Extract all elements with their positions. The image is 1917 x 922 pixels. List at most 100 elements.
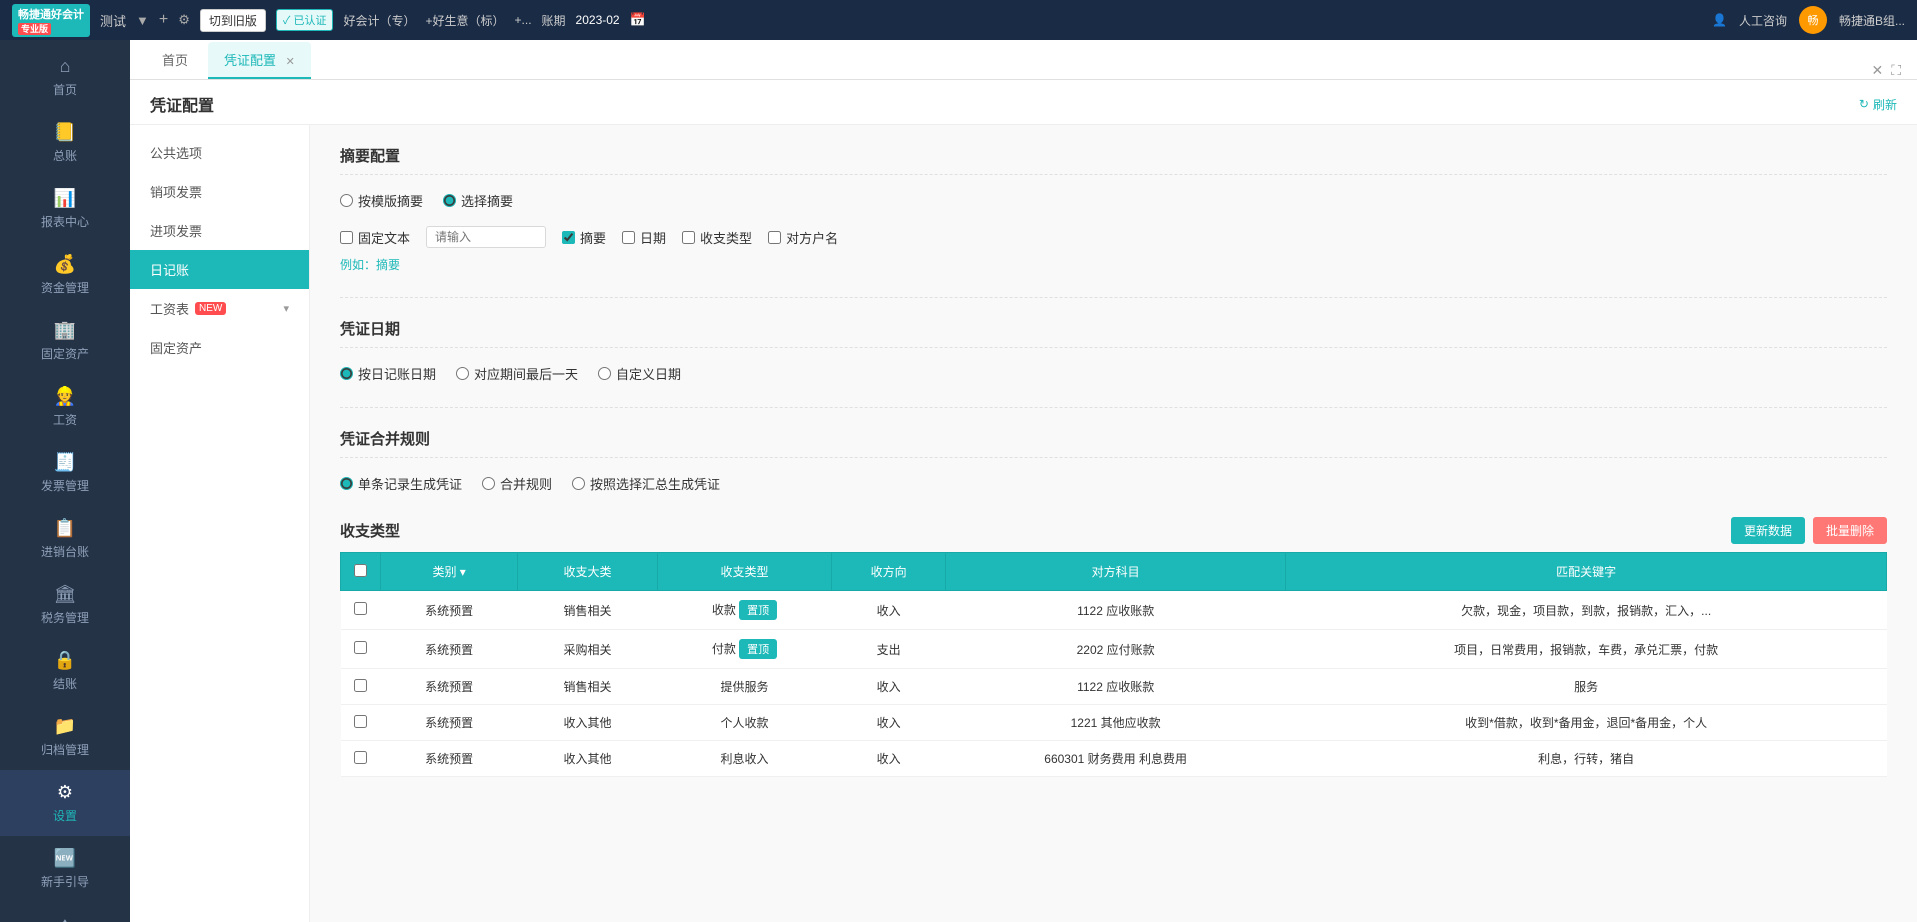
good-business-tag: +好生意（标）	[426, 12, 505, 29]
menu-item-payroll[interactable]: 工资表 NEW ▾	[130, 289, 309, 328]
radio-journal-date[interactable]: 按日记账日期	[340, 364, 436, 383]
col-type: 收支类型	[657, 553, 831, 591]
settings-icon: ⚙	[57, 782, 73, 803]
sidebar-item-reports[interactable]: 📊 报表中心	[0, 176, 130, 242]
switch-version-button[interactable]: 切到旧版	[200, 9, 266, 32]
radio-template-summary[interactable]: 按模版摘要	[340, 191, 423, 210]
date-title: 凭证日期	[340, 318, 1887, 348]
checkbox-date[interactable]: 日期	[622, 228, 666, 247]
radio-summary-voucher[interactable]: 按照选择汇总生成凭证	[572, 474, 720, 493]
row-checkbox-2[interactable]	[341, 669, 381, 705]
sidebar-item-invoice[interactable]: 🧾 发票管理	[0, 440, 130, 506]
batch-delete-button[interactable]: 批量删除	[1813, 517, 1887, 544]
row-account-2: 1122 应收账款	[945, 669, 1285, 705]
add-icon[interactable]: +	[159, 11, 168, 29]
row-checkbox-4[interactable]	[341, 741, 381, 777]
sidebar-item-funds[interactable]: 💰 资金管理	[0, 242, 130, 308]
row-account-3: 1221 其他应收款	[945, 705, 1285, 741]
help-label[interactable]: 人工咨询	[1739, 12, 1787, 29]
row-keywords-3: 收到*借款，收到*备用金，退回*备用金，个人	[1286, 705, 1887, 741]
refresh-button[interactable]: ↻ 刷新	[1859, 96, 1897, 113]
top-tag-0[interactable]: 置顶	[739, 600, 777, 620]
tab-close-icon[interactable]: ✕	[286, 56, 295, 68]
dropdown-arrow-icon[interactable]: ▼	[136, 13, 149, 28]
sidebar-item-salary[interactable]: 👷 工资	[0, 374, 130, 440]
radio-custom-date[interactable]: 自定义日期	[598, 364, 681, 383]
table-row: 系统预置 销售相关 提供服务 收入 1122 应收账款 服务	[341, 669, 1887, 705]
sidebar-item-purchase[interactable]: 📋 进销台账	[0, 506, 130, 572]
sidebar-label-reports: 报表中心	[41, 213, 89, 230]
avatar[interactable]: 畅	[1799, 6, 1827, 34]
col-direction: 收方向	[832, 553, 946, 591]
tab-voucher-config[interactable]: 凭证配置 ✕	[208, 42, 311, 79]
top-tag-1[interactable]: 置顶	[739, 639, 777, 659]
ledger-icon: 📒	[54, 122, 76, 143]
checkbox-summary[interactable]: 摘要	[562, 228, 606, 247]
col-major: 收支大类	[518, 553, 657, 591]
minimize-icon[interactable]: ✕	[1871, 62, 1883, 79]
settings-icon[interactable]: ⚙	[178, 12, 190, 28]
table-actions: 更新数据 批量删除	[1731, 517, 1887, 544]
member-icon: ♦	[60, 914, 69, 922]
row-keywords-0: 欠款，现金，项目款，到款，报销款，汇入，...	[1286, 591, 1887, 630]
calendar-icon[interactable]: 📅	[630, 12, 646, 28]
sidebar-item-general-ledger[interactable]: 📒 总账	[0, 110, 130, 176]
sidebar-label-archive: 归档管理	[41, 741, 89, 758]
sidebar-item-home[interactable]: ⌂ 首页	[0, 44, 130, 110]
checkbox-fixed-text[interactable]: 固定文本	[340, 228, 410, 247]
sidebar-label-ledger: 总账	[53, 147, 77, 164]
good-accounting-tag: 好会计（专）	[343, 12, 415, 29]
row-direction-3: 收入	[832, 705, 946, 741]
left-menu: 公共选项 销项发票 进项发票 日记账 工资表 NEW ▾ 固定资产	[130, 125, 310, 922]
table-header: 收支类型 更新数据 批量删除	[340, 517, 1887, 544]
radio-last-day[interactable]: 对应期间最后一天	[456, 364, 578, 383]
radio-merge-rules[interactable]: 合并规则	[482, 474, 552, 493]
checkbox-counterpart[interactable]: 对方户名	[768, 228, 838, 247]
summary-radio-group: 按模版摘要 选择摘要	[340, 191, 1887, 210]
fixed-text-input[interactable]	[426, 226, 546, 248]
maximize-icon[interactable]: ⛶	[1891, 62, 1901, 79]
row-checkbox-0[interactable]	[341, 591, 381, 630]
user-name[interactable]: 畅捷通B组...	[1839, 12, 1905, 29]
sidebar-item-closing[interactable]: 🔒 结账	[0, 638, 130, 704]
purchase-icon: 📋	[54, 518, 76, 539]
guide-icon: 🆕	[54, 848, 76, 869]
sidebar-item-member[interactable]: ♦ 畅会员	[0, 902, 130, 922]
sidebar-item-assets[interactable]: 🏢 固定资产	[0, 308, 130, 374]
row-major-1: 采购相关	[518, 630, 657, 669]
row-account-1: 2202 应付账款	[945, 630, 1285, 669]
radio-single-voucher[interactable]: 单条记录生成凭证	[340, 474, 462, 493]
row-checkbox-1[interactable]	[341, 630, 381, 669]
menu-item-journal[interactable]: 日记账	[130, 250, 309, 289]
income-table: 类别 ▾ 收支大类 收支类型 收方向 对方科目 匹配关键字 系统预置 销售相关 …	[340, 552, 1887, 777]
menu-item-public[interactable]: 公共选项	[130, 133, 309, 172]
sidebar: ⌂ 首页 📒 总账 📊 报表中心 💰 资金管理 🏢 固定资产 👷 工资 🧾 发票…	[0, 40, 130, 922]
menu-item-purchase-invoice[interactable]: 进项发票	[130, 211, 309, 250]
update-data-button[interactable]: 更新数据	[1731, 517, 1805, 544]
menu-item-fixed-assets[interactable]: 固定资产	[130, 328, 309, 367]
sidebar-label-home: 首页	[53, 81, 77, 98]
radio-select-summary[interactable]: 选择摘要	[443, 191, 513, 210]
tab-home[interactable]: 首页	[146, 42, 204, 79]
period-value[interactable]: 2023-02	[576, 13, 620, 27]
income-type-section: 收支类型 更新数据 批量删除 类别 ▾	[340, 517, 1887, 777]
row-major-2: 销售相关	[518, 669, 657, 705]
sidebar-label-purchase: 进销台账	[41, 543, 89, 560]
row-type-3: 个人收款	[657, 705, 831, 741]
row-type-2: 提供服务	[657, 669, 831, 705]
menu-item-sales-invoice[interactable]: 销项发票	[130, 172, 309, 211]
table-row: 系统预置 收入其他 个人收款 收入 1221 其他应收款 收到*借款，收到*备用…	[341, 705, 1887, 741]
row-category-1: 系统预置	[381, 630, 518, 669]
sidebar-item-guide[interactable]: 🆕 新手引导	[0, 836, 130, 902]
arrow-icon: ▾	[283, 302, 289, 315]
sidebar-item-archive[interactable]: 📁 归档管理	[0, 704, 130, 770]
checkbox-income-type[interactable]: 收支类型	[682, 228, 752, 247]
table-row: 系统预置 采购相关 付款 置顶 支出 2202 应付账款 项目，日常费用，报销款…	[341, 630, 1887, 669]
row-type-1: 付款 置顶	[657, 630, 831, 669]
sidebar-item-settings[interactable]: ⚙ 设置	[0, 770, 130, 836]
select-all-checkbox[interactable]	[354, 564, 367, 577]
row-category-3: 系统预置	[381, 705, 518, 741]
row-checkbox-3[interactable]	[341, 705, 381, 741]
sidebar-item-tax[interactable]: 🏛 税务管理	[0, 572, 130, 638]
date-section: 凭证日期 按日记账日期 对应期间最后一天 自定义日期	[340, 318, 1887, 383]
